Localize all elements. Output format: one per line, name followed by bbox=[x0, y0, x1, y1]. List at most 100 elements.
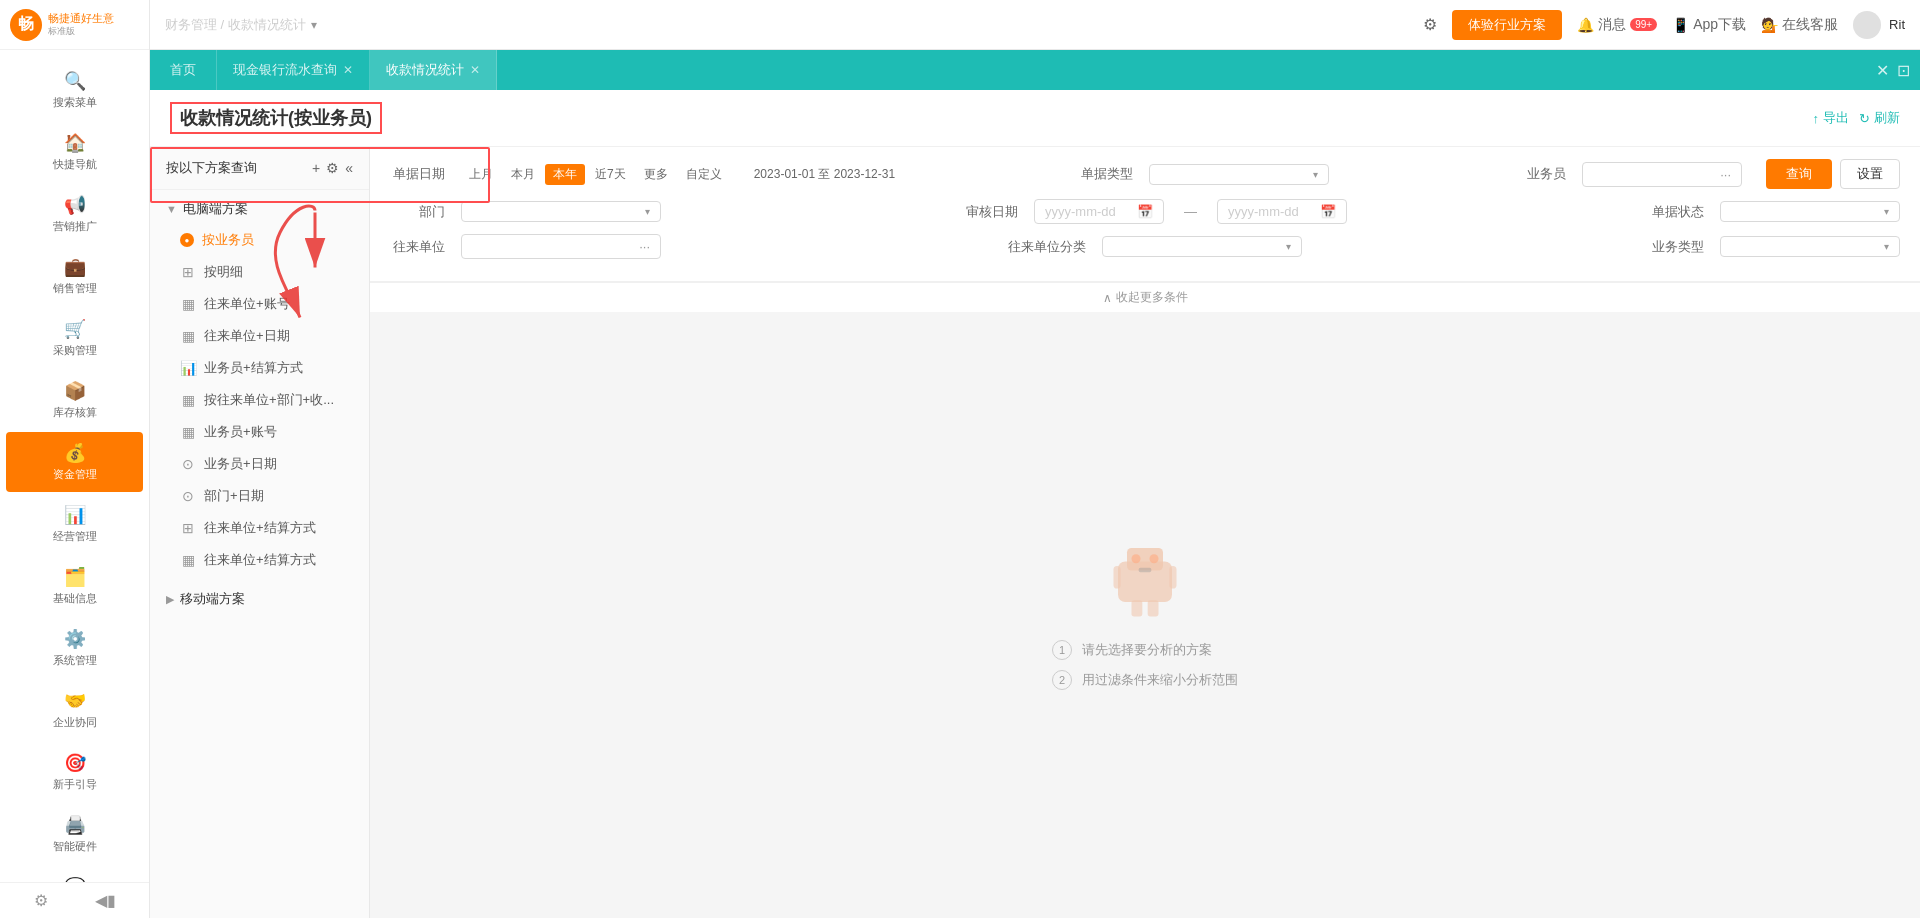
query-button[interactable]: 查询 bbox=[1766, 159, 1832, 189]
basic-icon: 🗂️ bbox=[64, 566, 86, 588]
left-panel-header: 按以下方案查询 + ⚙ « bbox=[150, 147, 369, 190]
scheme-unit-settle2[interactable]: ▦ 往来单位+结算方式 bbox=[150, 544, 369, 576]
svg-rect-7 bbox=[1132, 600, 1143, 616]
pc-scheme-group-header[interactable]: ▼ 电脑端方案 bbox=[150, 194, 369, 224]
add-scheme-btn[interactable]: + bbox=[312, 160, 320, 176]
demo-button[interactable]: 体验行业方案 bbox=[1452, 10, 1562, 40]
scheme-by-detail[interactable]: ⊞ 按明细 bbox=[150, 256, 369, 288]
tab-bank-flow[interactable]: 现金银行流水查询 ✕ bbox=[217, 50, 370, 90]
doc-status-label: 单据状态 bbox=[1649, 203, 1704, 221]
date-label: 单据日期 bbox=[390, 165, 445, 183]
sidebar-label-search: 搜索菜单 bbox=[53, 95, 97, 110]
service-icon: 💁 bbox=[1761, 17, 1778, 33]
message-badge: 99+ bbox=[1630, 18, 1657, 31]
panel-collapse-btn[interactable]: « bbox=[345, 160, 353, 176]
maximize-btn[interactable]: ⊡ bbox=[1897, 61, 1910, 80]
doc-status-select[interactable]: ▾ bbox=[1720, 201, 1900, 222]
svg-rect-4 bbox=[1139, 568, 1152, 573]
sidebar-item-hardware[interactable]: 🖨️ 智能硬件 bbox=[6, 804, 143, 864]
online-service-button[interactable]: 💁 在线客服 bbox=[1761, 16, 1838, 34]
date-tab-this-year[interactable]: 本年 bbox=[545, 164, 585, 185]
sidebar-item-enterprise[interactable]: 🤝 企业协同 bbox=[6, 680, 143, 740]
scheme-salesperson-account[interactable]: ▦ 业务员+账号 bbox=[150, 416, 369, 448]
scheme-by-salesperson[interactable]: ● 按业务员 bbox=[150, 224, 369, 256]
export-icon: ↑ bbox=[1813, 111, 1820, 126]
date-tab-custom[interactable]: 自定义 bbox=[678, 164, 730, 185]
mobile-scheme-group-header[interactable]: ▶ 移动端方案 bbox=[150, 584, 369, 614]
tab-receipt-stats[interactable]: 收款情况统计 ✕ bbox=[370, 50, 497, 90]
scheme-unit-settle1[interactable]: ⊞ 往来单位+结算方式 bbox=[150, 512, 369, 544]
dept-select[interactable]: ▾ bbox=[461, 201, 661, 222]
export-button[interactable]: ↑ 导出 bbox=[1813, 109, 1850, 127]
logo-name: 畅捷通好生意 bbox=[48, 11, 114, 25]
sidebar-label-inventory: 库存核算 bbox=[53, 405, 97, 420]
close-window-btn[interactable]: ✕ bbox=[1876, 61, 1889, 80]
collapse-bar[interactable]: ∧ 收起更多条件 bbox=[370, 282, 1920, 312]
sidebar-nav: 🔍 搜索菜单 🏠 快捷导航 📢 营销推广 💼 销售管理 🛒 采购管理 📦 bbox=[0, 50, 149, 882]
sidebar-item-purchase[interactable]: 🛒 采购管理 bbox=[6, 308, 143, 368]
topbar-gear-icon[interactable]: ⚙ bbox=[1423, 15, 1437, 34]
date-tab-7days[interactable]: 近7天 bbox=[587, 164, 634, 185]
detail-scheme-icon: ⊞ bbox=[180, 264, 196, 280]
scheme-unit-account[interactable]: ▦ 往来单位+账号 bbox=[150, 288, 369, 320]
breadcrumb-expand-icon[interactable]: ▾ bbox=[311, 18, 317, 32]
footer-collapse-btn[interactable]: ◀▮ bbox=[95, 891, 116, 910]
salesperson-date-icon: ⊙ bbox=[180, 456, 196, 472]
svg-rect-6 bbox=[1169, 566, 1176, 589]
tab-receipt-stats-close[interactable]: ✕ bbox=[470, 63, 480, 77]
mobile-scheme-group: ▶ 移动端方案 bbox=[150, 580, 369, 618]
refresh-button[interactable]: ↻ 刷新 bbox=[1859, 109, 1900, 127]
unit-category-select[interactable]: ▾ bbox=[1102, 236, 1302, 257]
review-date-start[interactable]: yyyy-mm-dd 📅 bbox=[1034, 199, 1164, 224]
tab-bank-flow-close[interactable]: ✕ bbox=[343, 63, 353, 77]
sidebar-label-guide: 新手引导 bbox=[53, 777, 97, 792]
message-button[interactable]: 🔔 消息 99+ bbox=[1577, 16, 1657, 34]
sidebar-item-wechat[interactable]: 💬 企业微信 bbox=[6, 866, 143, 882]
biz-type-select[interactable]: ▾ bbox=[1720, 236, 1900, 257]
settings-button[interactable]: 设置 bbox=[1840, 159, 1900, 189]
sidebar-item-inventory[interactable]: 📦 库存核算 bbox=[6, 370, 143, 430]
scheme-dept-date[interactable]: ⊙ 部门+日期 bbox=[150, 480, 369, 512]
window-buttons: ✕ ⊡ bbox=[1866, 50, 1920, 90]
tab-receipt-stats-label: 收款情况统计 bbox=[386, 61, 464, 79]
calendar-end-icon[interactable]: 📅 bbox=[1320, 204, 1336, 219]
salesperson-more-icon[interactable]: ··· bbox=[1720, 167, 1731, 182]
sidebar-item-search[interactable]: 🔍 搜索菜单 bbox=[6, 60, 143, 120]
scheme-salesperson-settle[interactable]: 📊 业务员+结算方式 bbox=[150, 352, 369, 384]
unit-dept-icon: ▦ bbox=[180, 392, 196, 408]
tab-home[interactable]: 首页 bbox=[150, 50, 217, 90]
footer-settings-btn[interactable]: ⚙ bbox=[34, 891, 48, 910]
scheme-unit-dept[interactable]: ▦ 按往来单位+部门+收... bbox=[150, 384, 369, 416]
logo-icon: 畅 bbox=[10, 9, 42, 41]
message-label: 消息 bbox=[1598, 16, 1626, 34]
sidebar-item-guide[interactable]: 🎯 新手引导 bbox=[6, 742, 143, 802]
unit-input[interactable]: ··· bbox=[461, 234, 661, 259]
scheme-salesperson-date[interactable]: ⊙ 业务员+日期 bbox=[150, 448, 369, 480]
sidebar-item-finance[interactable]: 💰 资金管理 bbox=[6, 432, 143, 492]
sidebar-item-basic[interactable]: 🗂️ 基础信息 bbox=[6, 556, 143, 616]
scheme-unit-date[interactable]: ▦ 往来单位+日期 bbox=[150, 320, 369, 352]
sidebar-item-quick-nav[interactable]: 🏠 快捷导航 bbox=[6, 122, 143, 182]
main-content: 财务管理 / 收款情况统计 ▾ ⚙ 体验行业方案 🔔 消息 99+ 📱 App下… bbox=[150, 0, 1920, 918]
calendar-start-icon[interactable]: 📅 bbox=[1137, 204, 1153, 219]
date-tab-more[interactable]: 更多 bbox=[636, 164, 676, 185]
pc-scheme-label: 电脑端方案 bbox=[183, 200, 248, 218]
date-tab-this-month[interactable]: 本月 bbox=[503, 164, 543, 185]
review-date-end[interactable]: yyyy-mm-dd 📅 bbox=[1217, 199, 1347, 224]
scheme-settings-btn[interactable]: ⚙ bbox=[326, 160, 339, 176]
scheme-unit-dept-label: 按往来单位+部门+收... bbox=[204, 391, 334, 409]
inventory-icon: 📦 bbox=[64, 380, 86, 402]
sidebar-item-sales[interactable]: 💼 销售管理 bbox=[6, 246, 143, 306]
refresh-icon: ↻ bbox=[1859, 111, 1870, 126]
operation-icon: 📊 bbox=[64, 504, 86, 526]
sidebar-item-operation[interactable]: 📊 经营管理 bbox=[6, 494, 143, 554]
app-download-icon: 📱 bbox=[1672, 17, 1689, 33]
date-separator: — bbox=[1180, 204, 1201, 219]
sidebar-item-marketing[interactable]: 📢 营销推广 bbox=[6, 184, 143, 244]
date-tab-last-month[interactable]: 上月 bbox=[461, 164, 501, 185]
salesperson-input[interactable]: ··· bbox=[1582, 162, 1742, 187]
app-download-button[interactable]: 📱 App下载 bbox=[1672, 16, 1746, 34]
sidebar-item-system[interactable]: ⚙️ 系统管理 bbox=[6, 618, 143, 678]
doc-type-select[interactable]: ▾ bbox=[1149, 164, 1329, 185]
unit-more-icon[interactable]: ··· bbox=[639, 239, 650, 254]
